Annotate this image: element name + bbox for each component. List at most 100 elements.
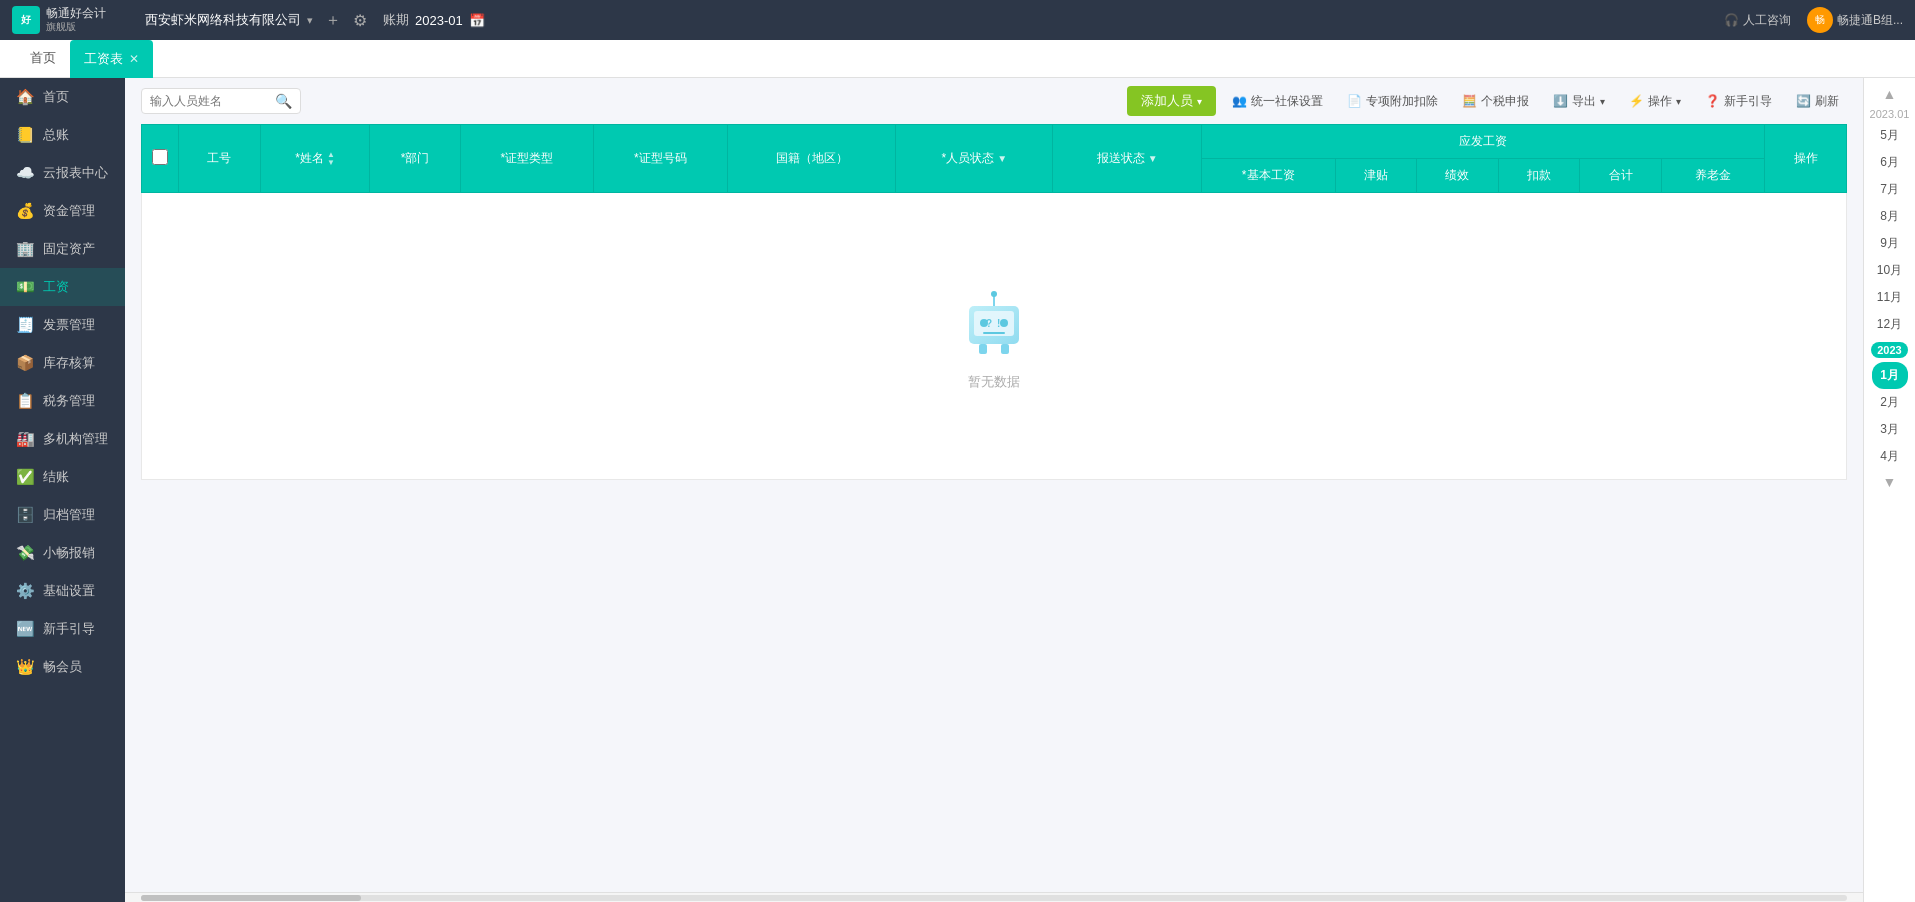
th-name: *姓名 ▲▼: [260, 125, 370, 193]
search-box[interactable]: 🔍: [141, 88, 301, 114]
sidebar-label-home: 首页: [43, 88, 69, 106]
assets-icon: 🏢: [16, 240, 35, 258]
filter-status-icon[interactable]: ▼: [997, 153, 1007, 164]
svg-rect-7: [979, 344, 987, 354]
funds-icon: 💰: [16, 202, 35, 220]
operations-btn[interactable]: ⚡ 操作 ▾: [1621, 89, 1689, 114]
date-year: 2023: [1871, 342, 1907, 358]
date-month-3[interactable]: 3月: [1864, 416, 1915, 443]
header-right: 🎧 人工咨询 畅 畅捷通B组...: [1724, 7, 1903, 33]
horizontal-scrollbar[interactable]: [125, 892, 1863, 902]
sidebar-label-inventory: 库存核算: [43, 354, 95, 372]
operations-arrow-icon: ▾: [1676, 96, 1681, 107]
sidebar-item-member[interactable]: 👑 畅会员: [0, 648, 125, 686]
add-person-button[interactable]: 添加人员 ▾: [1127, 86, 1216, 116]
sidebar-label-settings: 基础设置: [43, 582, 95, 600]
date-month-8[interactable]: 8月: [1864, 203, 1915, 230]
logo-area: 好 畅通好会计 旗舰版: [12, 6, 137, 34]
member-icon: 👑: [16, 658, 35, 676]
date-month-2[interactable]: 2月: [1864, 389, 1915, 416]
header-add-icon[interactable]: ＋: [325, 10, 341, 31]
export-arrow-icon: ▾: [1600, 96, 1605, 107]
sidebar-label-checkout: 结账: [43, 468, 69, 486]
sidebar-item-expense[interactable]: 💸 小畅报销: [0, 534, 125, 572]
headset-icon: 🎧: [1724, 13, 1739, 27]
date-month-1[interactable]: 1月: [1872, 362, 1908, 389]
date-month-12[interactable]: 12月: [1864, 311, 1915, 338]
date-month-4[interactable]: 4月: [1864, 443, 1915, 470]
guide-toolbar-icon: ❓: [1705, 94, 1720, 108]
search-input[interactable]: [150, 94, 269, 108]
th-pension: 养老金: [1661, 159, 1764, 193]
empty-state-cell: ? ! 暂无数据: [142, 193, 1847, 480]
ledger-icon: 📒: [16, 126, 35, 144]
date-month-9[interactable]: 9月: [1864, 230, 1915, 257]
company-name: 西安虾米网络科技有限公司: [145, 11, 301, 29]
support-btn[interactable]: 🎧 人工咨询: [1724, 12, 1791, 29]
sidebar-item-fixed-assets[interactable]: 🏢 固定资产: [0, 230, 125, 268]
period-selector[interactable]: 账期 2023-01 📅: [383, 11, 485, 29]
date-month-6[interactable]: 6月: [1864, 149, 1915, 176]
svg-rect-8: [1001, 344, 1009, 354]
scroll-thumb[interactable]: [141, 895, 361, 901]
special-deduct-btn[interactable]: 📄 专项附加扣除: [1339, 89, 1446, 114]
sidebar-item-archive[interactable]: 🗄️ 归档管理: [0, 496, 125, 534]
sidebar-item-checkout[interactable]: ✅ 结账: [0, 458, 125, 496]
guide-btn[interactable]: ❓ 新手引导: [1697, 89, 1780, 114]
sidebar-item-cloud-report[interactable]: ☁️ 云报表中心: [0, 154, 125, 192]
date-nav-down[interactable]: ▼: [1879, 470, 1901, 494]
search-icon[interactable]: 🔍: [275, 93, 292, 109]
period-display: 2023.01: [1870, 106, 1910, 122]
chevron-down-icon: ▾: [307, 14, 313, 27]
sidebar-item-funds[interactable]: 💰 资金管理: [0, 192, 125, 230]
th-total: 合计: [1580, 159, 1662, 193]
social-security-btn[interactable]: 👥 统一社保设置: [1224, 89, 1331, 114]
sidebar-label-member: 畅会员: [43, 658, 82, 676]
user-menu[interactable]: 畅 畅捷通B组...: [1807, 7, 1903, 33]
date-month-7[interactable]: 7月: [1864, 176, 1915, 203]
date-month-11[interactable]: 11月: [1864, 284, 1915, 311]
company-selector[interactable]: 西安虾米网络科技有限公司 ▾: [145, 11, 313, 29]
date-nav-up[interactable]: ▲: [1879, 82, 1901, 106]
sort-arrows-name[interactable]: ▲▼: [327, 151, 335, 167]
th-status: *人员状态 ▼: [896, 125, 1053, 193]
export-btn[interactable]: ⬇️ 导出 ▾: [1545, 89, 1613, 114]
tab-home[interactable]: 首页: [16, 40, 70, 78]
select-all-checkbox[interactable]: [152, 149, 168, 165]
payroll-table: 工号 *姓名 ▲▼ *部门 *证型类型: [141, 124, 1847, 480]
toolbar: 🔍 添加人员 ▾ 👥 统一社保设置 📄 专项附加扣除 🧮 个税申报 ⬇️ 导出: [125, 78, 1863, 124]
header-settings-icon[interactable]: ⚙: [353, 11, 367, 30]
sidebar-label-multi-org: 多机构管理: [43, 430, 108, 448]
sidebar-item-settings[interactable]: ⚙️ 基础设置: [0, 572, 125, 610]
sidebar-item-guide[interactable]: 🆕 新手引导: [0, 610, 125, 648]
settings-icon: ⚙️: [16, 582, 35, 600]
th-dept: *部门: [370, 125, 460, 193]
sidebar-item-home[interactable]: 🏠 首页: [0, 78, 125, 116]
tab-payroll[interactable]: 工资表 ✕: [70, 40, 153, 78]
sidebar: 🏠 首页 📒 总账 ☁️ 云报表中心 💰 资金管理 🏢 固定资产 💵 工资 🧾 …: [0, 78, 125, 902]
th-allowance: 津贴: [1335, 159, 1417, 193]
date-month-5[interactable]: 5月: [1864, 122, 1915, 149]
sidebar-item-tax[interactable]: 📋 税务管理: [0, 382, 125, 420]
sidebar-item-ledger[interactable]: 📒 总账: [0, 116, 125, 154]
date-month-10[interactable]: 10月: [1864, 257, 1915, 284]
tab-close-icon[interactable]: ✕: [129, 52, 139, 66]
calendar-icon: 📅: [469, 13, 485, 28]
filter-report-icon[interactable]: ▼: [1148, 153, 1158, 164]
sidebar-item-multi-org[interactable]: 🏭 多机构管理: [0, 420, 125, 458]
sidebar-item-inventory[interactable]: 📦 库存核算: [0, 344, 125, 382]
sidebar-item-invoice[interactable]: 🧾 发票管理: [0, 306, 125, 344]
content-area: 🔍 添加人员 ▾ 👥 统一社保设置 📄 专项附加扣除 🧮 个税申报 ⬇️ 导出: [125, 78, 1863, 902]
personal-tax-btn[interactable]: 🧮 个税申报: [1454, 89, 1537, 114]
tab-bar: 首页 工资表 ✕: [0, 40, 1915, 78]
sidebar-label-fixed-assets: 固定资产: [43, 240, 95, 258]
inventory-icon: 📦: [16, 354, 35, 372]
sidebar-label-cloud-report: 云报表中心: [43, 164, 108, 182]
sidebar-item-payroll[interactable]: 💵 工资: [0, 268, 125, 306]
tax-report-icon: 🧮: [1462, 94, 1477, 108]
refresh-btn[interactable]: 🔄 刷新: [1788, 89, 1847, 114]
archive-icon: 🗄️: [16, 506, 35, 524]
username: 畅捷通B组...: [1837, 12, 1903, 29]
th-action: 操作: [1765, 125, 1847, 193]
app-title: 畅通好会计: [46, 6, 106, 20]
